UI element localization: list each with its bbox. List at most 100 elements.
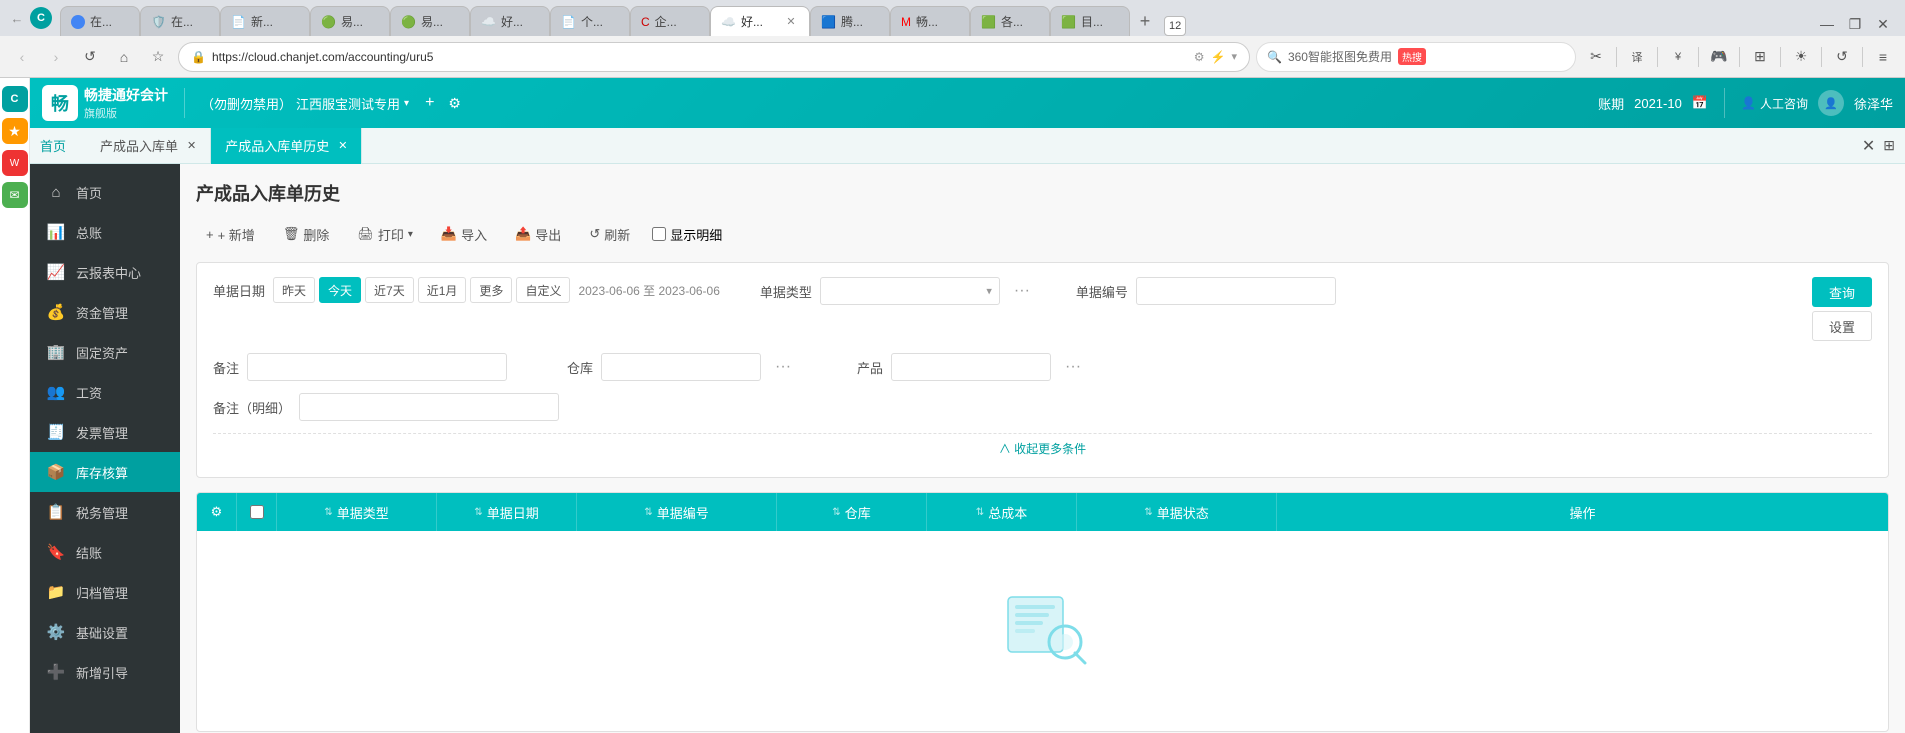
th-number[interactable]: ⇅ 单据编号 (577, 493, 777, 531)
select-all-checkbox[interactable] (250, 505, 264, 519)
yuan-icon[interactable]: ¥ (1664, 43, 1692, 71)
warehouse-more-icon[interactable]: ··· (769, 358, 797, 376)
settings-query-button[interactable]: 设置 (1812, 311, 1872, 341)
tab-item-active[interactable]: ☁️ 好... ✕ (710, 6, 810, 36)
settings-icon[interactable]: ⚙ (1194, 50, 1205, 64)
nav-item-ledger[interactable]: 📊 总账 (30, 212, 180, 252)
tab-item[interactable]: 🛡️ 在... (140, 6, 220, 36)
app-icon-mail[interactable]: ✉ (2, 182, 28, 208)
nav-tab-history[interactable]: 产成品入库单历史 ✕ (211, 128, 362, 164)
expand-button[interactable]: ⊞ (1883, 137, 1895, 154)
nav-item-settings[interactable]: ⚙️ 基础设置 (30, 612, 180, 652)
type-more-icon[interactable]: ··· (1008, 282, 1036, 300)
import-button[interactable]: 📥 导入 (431, 220, 497, 248)
remark-detail-filter-input[interactable] (299, 393, 559, 421)
minimize-button[interactable]: — (1815, 12, 1839, 36)
app-icon-weibo[interactable]: W (2, 150, 28, 176)
export-button[interactable]: 📤 导出 (505, 220, 571, 248)
nav-tab-list-close[interactable]: ✕ (187, 139, 196, 152)
collapse-bar[interactable]: ∧ 收起更多条件 (213, 433, 1872, 463)
query-button[interactable]: 查询 (1812, 277, 1872, 307)
period-calendar-icon[interactable]: 📅 (1692, 95, 1708, 111)
user-avatar[interactable]: 👤 (1818, 90, 1844, 116)
th-type[interactable]: ⇅ 单据类型 (277, 493, 437, 531)
scissors-icon[interactable]: ✂ (1582, 43, 1610, 71)
back-nav-button[interactable]: ‹ (8, 43, 36, 71)
th-warehouse[interactable]: ⇅ 仓库 (777, 493, 927, 531)
product-more-icon[interactable]: ··· (1059, 358, 1087, 376)
tab-item[interactable]: 📄 个... (550, 6, 630, 36)
product-filter-input[interactable] (891, 353, 1051, 381)
game-icon[interactable]: 🎮 (1705, 43, 1733, 71)
th-cost[interactable]: ⇅ 总成本 (927, 493, 1077, 531)
grid-icon[interactable]: ⊞ (1746, 43, 1774, 71)
delete-button[interactable]: 🗑 删除 (273, 220, 340, 248)
nav-item-guide[interactable]: ➕ 新增引导 (30, 652, 180, 692)
tab-item[interactable]: 🟩 各... (970, 6, 1050, 36)
date-btn-more[interactable]: 更多 (470, 277, 512, 303)
theme-icon[interactable]: ☀ (1787, 43, 1815, 71)
tab-item[interactable]: ☁️ 好... (470, 6, 550, 36)
company-selector[interactable]: （勿删勿禁用） 江西服宝测试专用 ▾ (201, 94, 409, 113)
tab-item[interactable]: C 企... (630, 6, 710, 36)
nav-item-checkout[interactable]: 🔖 结账 (30, 532, 180, 572)
date-btn-today[interactable]: 今天 (319, 277, 361, 303)
th-date[interactable]: ⇅ 单据日期 (437, 493, 577, 531)
warehouse-filter-input[interactable] (601, 353, 761, 381)
nav-item-archive[interactable]: 📁 归档管理 (30, 572, 180, 612)
app-icon-circle[interactable]: C (30, 7, 52, 29)
nav-item-home[interactable]: ⌂ 首页 (30, 172, 180, 212)
nav-item-fund[interactable]: 💰 资金管理 (30, 292, 180, 332)
nav-item-inventory[interactable]: 📦 库存核算 (30, 452, 180, 492)
nav-item-tax[interactable]: 📋 税务管理 (30, 492, 180, 532)
date-btn-yesterday[interactable]: 昨天 (273, 277, 315, 303)
tab-item[interactable]: 🟢 易... (310, 6, 390, 36)
app-icon-chanjet[interactable]: C (2, 86, 28, 112)
th-checkbox[interactable] (237, 493, 277, 531)
th-status[interactable]: ⇅ 单据状态 (1077, 493, 1277, 531)
nav-item-report[interactable]: 📈 云报表中心 (30, 252, 180, 292)
nav-tab-history-close[interactable]: ✕ (338, 139, 347, 152)
nav-tab-list[interactable]: 产成品入库单 ✕ (86, 128, 211, 164)
date-btn-7days[interactable]: 近7天 (365, 277, 414, 303)
refresh-nav-button[interactable]: ↺ (76, 43, 104, 71)
back-button[interactable]: ← (8, 9, 26, 27)
nav-item-invoice[interactable]: 🧾 发票管理 (30, 412, 180, 452)
nav-item-assets[interactable]: 🏢 固定资产 (30, 332, 180, 372)
home-nav-button[interactable]: ⌂ (110, 43, 138, 71)
refresh2-icon[interactable]: ↺ (1828, 43, 1856, 71)
tab-item[interactable]: 在... (60, 6, 140, 36)
tab-item[interactable]: 📄 新... (220, 6, 310, 36)
consultation-button[interactable]: 👤 人工咨询 (1741, 95, 1808, 112)
close-panel-button[interactable]: ✕ (1862, 136, 1875, 156)
bookmark-button[interactable]: ☆ (144, 43, 172, 71)
settings-button[interactable]: ⚙ (448, 95, 461, 112)
th-settings[interactable]: ⚙ (197, 493, 237, 531)
lightning-icon[interactable]: ⚡ (1211, 50, 1226, 64)
new-tab-button[interactable]: + (1130, 6, 1160, 36)
restore-button[interactable]: ❐ (1843, 12, 1867, 36)
close-window-button[interactable]: ✕ (1871, 12, 1895, 36)
date-btn-1month[interactable]: 近1月 (418, 277, 467, 303)
breadcrumb-home[interactable]: 首页 (40, 136, 66, 155)
tab-item[interactable]: 🟢 易... (390, 6, 470, 36)
number-filter-input[interactable] (1136, 277, 1336, 305)
refresh-button[interactable]: ↺ 刷新 (579, 220, 640, 248)
nav-item-payroll[interactable]: 👥 工资 (30, 372, 180, 412)
tab-item[interactable]: M 畅... (890, 6, 970, 36)
tab-close-icon[interactable]: ✕ (783, 14, 799, 30)
add-company-button[interactable]: + (425, 94, 434, 112)
app-icon-star[interactable]: ★ (2, 118, 28, 144)
search-bar[interactable]: 🔍 360智能抠图免费用 热搜 (1256, 42, 1576, 72)
tab-item[interactable]: 🟦 腾... (810, 6, 890, 36)
new-button[interactable]: + + 新增 (196, 220, 265, 248)
translate-icon[interactable]: 译 (1623, 43, 1651, 71)
remark-filter-input[interactable] (247, 353, 507, 381)
forward-nav-button[interactable]: › (42, 43, 70, 71)
address-dropdown-icon[interactable]: ▾ (1231, 50, 1237, 63)
date-btn-custom[interactable]: 自定义 (516, 277, 570, 303)
menu-icon[interactable]: ≡ (1869, 43, 1897, 71)
tab-item[interactable]: 🟩 目... (1050, 6, 1130, 36)
type-select[interactable] (820, 277, 1000, 305)
address-input[interactable]: 🔒 https://cloud.chanjet.com/accounting/u… (178, 42, 1250, 72)
